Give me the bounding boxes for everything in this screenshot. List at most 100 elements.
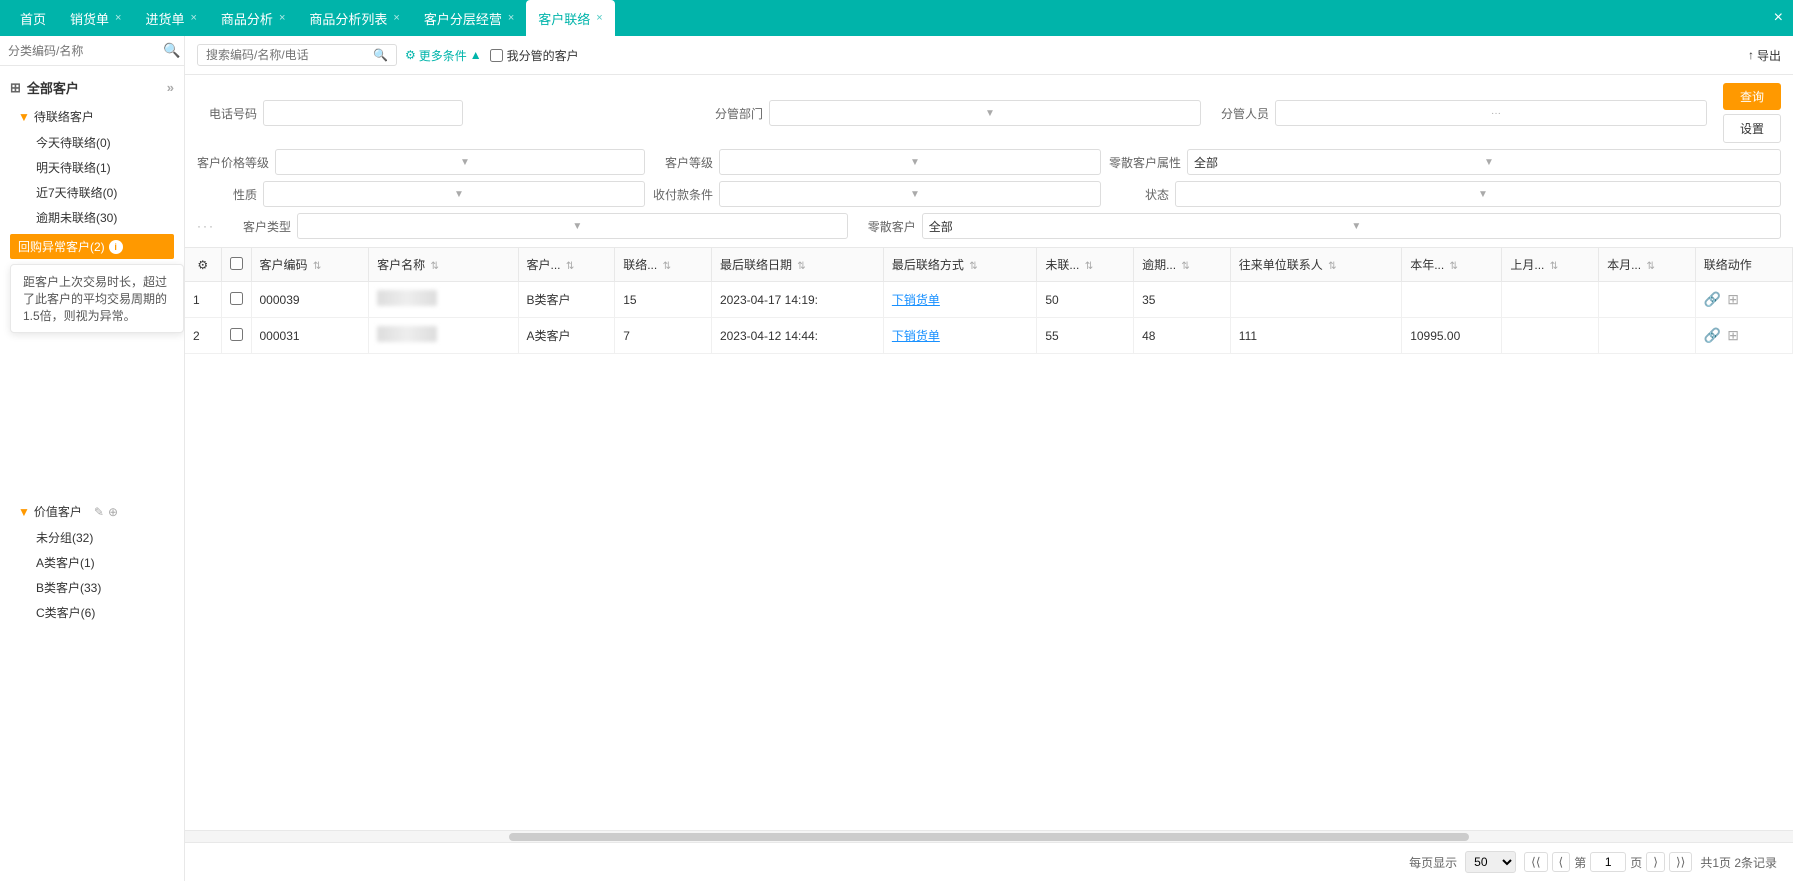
sidebar: 🔍 ⊞ 全部客户 » ▼ 待联络客户 今天待联络(0) 明天待联络(1) 近7天… bbox=[0, 36, 185, 881]
export-btn[interactable]: ↑ 导出 bbox=[1748, 47, 1781, 64]
nav-purchase[interactable]: 进货单 × bbox=[133, 0, 208, 36]
link-icon-1[interactable]: 🔗 bbox=[1704, 291, 1721, 308]
filter-price-grade-label: 客户价格等级 bbox=[197, 154, 269, 171]
tooltip-text: 距客户上次交易时长，超过了此客户的平均交易周期的1.5倍，则视为异常。 bbox=[23, 275, 167, 323]
link-sales-order-2[interactable]: 下销货单 bbox=[892, 329, 940, 343]
sidebar-item-c-class[interactable]: C类客户(6) bbox=[10, 600, 184, 625]
close-sales-icon[interactable]: × bbox=[115, 12, 121, 24]
link-icon-2[interactable]: 🔗 bbox=[1704, 327, 1721, 344]
sidebar-root[interactable]: ⊞ 全部客户 » bbox=[0, 72, 184, 103]
grid-action-icon-1[interactable]: ⊞ bbox=[1727, 291, 1739, 308]
td-check-1 bbox=[221, 282, 251, 318]
global-close-icon[interactable]: × bbox=[1774, 9, 1783, 27]
filter-row-2: 客户价格等级 ▼ 客户等级 ▼ 零散客户属性 全部 bbox=[197, 149, 1781, 175]
export-icon: ↑ bbox=[1748, 48, 1754, 62]
sidebar-item-tomorrow[interactable]: 明天待联络(1) bbox=[10, 155, 184, 180]
filter-search-icon[interactable]: 🔍 bbox=[373, 48, 388, 62]
tooltip-box: 距客户上次交易时长，超过了此客户的平均交易周期的1.5倍，则视为异常。 bbox=[10, 264, 184, 333]
th-last-date: 最后联络日期 ⇅ bbox=[711, 248, 883, 282]
more-conditions-btn[interactable]: ⚙ 更多条件 ▲ bbox=[405, 47, 482, 64]
nav-home[interactable]: 首页 bbox=[8, 0, 58, 36]
filter-price-grade-select[interactable]: ▼ bbox=[275, 149, 645, 175]
close-customer-segment-icon[interactable]: × bbox=[508, 12, 514, 24]
sidebar-item-repurchase-abnormal[interactable]: 回购异常客户(2) i bbox=[10, 234, 174, 259]
advanced-filters: 电话号码 分管部门 ▼ 分管人员 ··· bbox=[185, 75, 1793, 248]
nav-sales[interactable]: 销货单 × bbox=[58, 0, 133, 36]
sidebar-item-overdue[interactable]: 逾期未联络(30) bbox=[10, 205, 184, 230]
th-contact: 联络... ⇅ bbox=[615, 248, 712, 282]
filter-retail-customer-value: 全部 bbox=[929, 218, 1352, 235]
table-row: 1 000039 B类客户 15 2023-04-17 14:19: 下销货单 … bbox=[185, 282, 1793, 318]
select-all-checkbox[interactable] bbox=[230, 257, 243, 270]
more-dots-btn[interactable]: ··· bbox=[197, 219, 215, 233]
grid-action-icon-2[interactable]: ⊞ bbox=[1727, 327, 1739, 344]
filter-person-select[interactable]: ··· bbox=[1275, 100, 1707, 126]
close-customer-contact-icon[interactable]: × bbox=[596, 12, 602, 24]
data-table: ⚙ 客户编码 ⇅ 客户名称 ⇅ 客户... bbox=[185, 248, 1793, 354]
sidebar-search-icon[interactable]: 🔍 bbox=[163, 42, 180, 59]
person-caret-icon: ··· bbox=[1491, 108, 1700, 119]
filter-payment-select[interactable]: ▼ bbox=[719, 181, 1101, 207]
close-purchase-icon[interactable]: × bbox=[190, 12, 196, 24]
page-total-label: 共1页 2条记录 bbox=[1700, 854, 1777, 871]
filter-dept-select[interactable]: ▼ bbox=[769, 100, 1201, 126]
sidebar-group-pending-header[interactable]: ▼ 待联络客户 bbox=[10, 103, 184, 130]
horizontal-scrollbar[interactable] bbox=[185, 830, 1793, 842]
per-page-label: 每页显示 bbox=[1409, 854, 1457, 871]
prev-page-btn[interactable]: ⟨ bbox=[1552, 852, 1571, 872]
nav-customer-segment[interactable]: 客户分层经营 × bbox=[412, 0, 526, 36]
nav-product-analysis-list[interactable]: 商品分析列表 × bbox=[297, 0, 411, 36]
filter-customer-grade-select[interactable]: ▼ bbox=[719, 149, 1101, 175]
td-last-month-2 bbox=[1502, 318, 1599, 354]
td-action-2: 🔗 ⊞ bbox=[1695, 318, 1792, 354]
sidebar-search-input[interactable] bbox=[8, 44, 163, 58]
sidebar-item-7days[interactable]: 近7天待联络(0) bbox=[10, 180, 184, 205]
hscroll-thumb[interactable] bbox=[509, 833, 1469, 841]
sidebar-item-b-class[interactable]: B类客户(33) bbox=[10, 575, 184, 600]
edit-icon[interactable]: ✎ bbox=[94, 505, 104, 519]
filter-gender-select[interactable]: ▼ bbox=[263, 181, 645, 207]
my-customers-checkbox[interactable] bbox=[490, 49, 503, 62]
th-code: 客户编码 ⇅ bbox=[251, 248, 369, 282]
last-page-btn[interactable]: ⟩⟩ bbox=[1669, 852, 1692, 872]
link-sales-order-1[interactable]: 下销货单 bbox=[892, 293, 940, 307]
sidebar-group-value: ▼ 价值客户 ✎ ⊕ 未分组(32) A类客户(1) B类客户(33) C类客户… bbox=[0, 498, 184, 625]
row2-checkbox[interactable] bbox=[230, 328, 243, 341]
filter-price-grade-field: 客户价格等级 ▼ bbox=[197, 149, 645, 175]
filter-status-select[interactable]: ▼ bbox=[1175, 181, 1781, 207]
sort-code-icon: ⇅ bbox=[313, 261, 321, 272]
sidebar-collapse-icon[interactable]: » bbox=[167, 80, 174, 95]
close-product-analysis-list-icon[interactable]: × bbox=[393, 12, 399, 24]
th-settings[interactable]: ⚙ bbox=[185, 248, 221, 282]
close-product-analysis-icon[interactable]: × bbox=[279, 12, 285, 24]
sidebar-group-value-header[interactable]: ▼ 价值客户 ✎ ⊕ bbox=[10, 498, 184, 525]
page-number-input[interactable] bbox=[1590, 852, 1626, 872]
filter-retail-customer-select[interactable]: 全部 ▼ bbox=[922, 213, 1781, 239]
td-code-1: 000039 bbox=[251, 282, 369, 318]
per-page-select[interactable]: 50 100 200 bbox=[1465, 851, 1516, 873]
table-header-row: ⚙ 客户编码 ⇅ 客户名称 ⇅ 客户... bbox=[185, 248, 1793, 282]
th-last-month: 上月... ⇅ bbox=[1502, 248, 1599, 282]
sort-overdue-icon: ⇅ bbox=[1181, 261, 1189, 272]
td-uncontacted-2: 55 bbox=[1037, 318, 1134, 354]
next-page-btn[interactable]: ⟩ bbox=[1646, 852, 1665, 872]
sidebar-item-today[interactable]: 今天待联络(0) bbox=[10, 130, 184, 155]
filter-retail-customer-label: 零散客户 bbox=[856, 218, 916, 235]
filter-customer-type-select[interactable]: ▼ bbox=[297, 213, 848, 239]
first-page-btn[interactable]: ⟨⟨ bbox=[1524, 852, 1547, 872]
td-last-method-1: 下销货单 bbox=[883, 282, 1036, 318]
nav-product-analysis[interactable]: 商品分析 × bbox=[209, 0, 297, 36]
sidebar-item-a-class[interactable]: A类客户(1) bbox=[10, 550, 184, 575]
retail-customer-caret-icon: ▼ bbox=[1351, 221, 1774, 232]
td-type-1: B类客户 bbox=[518, 282, 615, 318]
nav-customer-contact[interactable]: 客户联络 × bbox=[526, 0, 614, 36]
sidebar-item-ungroup[interactable]: 未分组(32) bbox=[10, 525, 184, 550]
settings-btn[interactable]: 设置 bbox=[1723, 114, 1781, 143]
row1-checkbox[interactable] bbox=[230, 292, 243, 305]
filter-search-input[interactable] bbox=[206, 48, 373, 62]
query-btn[interactable]: 查询 bbox=[1723, 83, 1781, 110]
add-icon[interactable]: ⊕ bbox=[108, 505, 118, 519]
filter-phone-input[interactable] bbox=[263, 100, 463, 126]
filter-retail-attr-select[interactable]: 全部 ▼ bbox=[1187, 149, 1781, 175]
sort-uncontacted-icon: ⇅ bbox=[1085, 261, 1093, 272]
